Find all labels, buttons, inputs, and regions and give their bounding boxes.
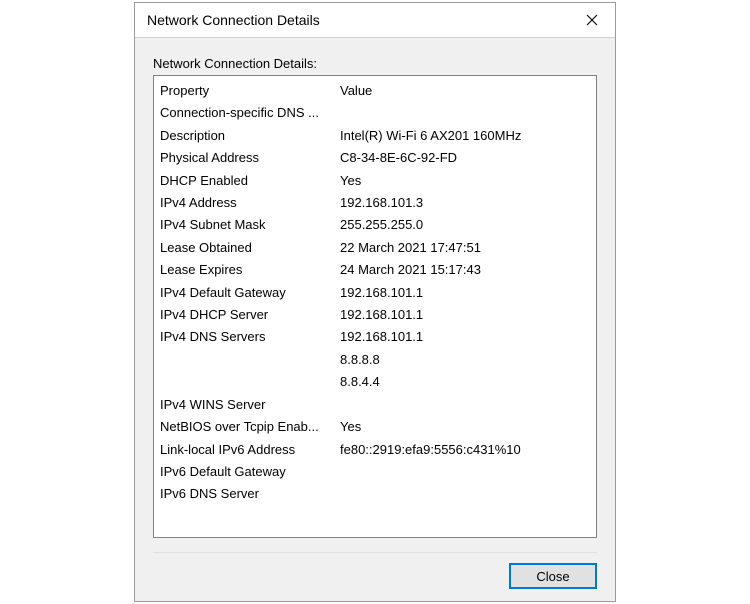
property-cell[interactable]: IPv4 Subnet Mask — [160, 214, 336, 236]
dialog-client-area: Network Connection Details: Property Val… — [135, 38, 615, 601]
network-connection-details-dialog: Network Connection Details Network Conne… — [134, 2, 616, 602]
value-cell[interactable]: fe80::2919:efa9:5556:c431%10 — [340, 439, 590, 461]
titlebar: Network Connection Details — [135, 3, 615, 38]
property-cell[interactable]: IPv4 Default Gateway — [160, 282, 336, 304]
value-cell[interactable]: Intel(R) Wi-Fi 6 AX201 160MHz — [340, 125, 590, 147]
property-cell[interactable]: IPv6 DNS Server — [160, 483, 336, 505]
value-cell[interactable]: Yes — [340, 170, 590, 192]
value-cell[interactable] — [340, 394, 590, 416]
value-cell[interactable]: 8.8.4.4 — [340, 371, 590, 393]
property-cell[interactable]: Connection-specific DNS ... — [160, 102, 336, 124]
property-cell[interactable]: Link-local IPv6 Address — [160, 439, 336, 461]
value-cell[interactable]: 192.168.101.1 — [340, 282, 590, 304]
column-header-property[interactable]: Property — [160, 80, 336, 102]
property-cell[interactable]: Lease Obtained — [160, 237, 336, 259]
value-cell[interactable]: 192.168.101.1 — [340, 304, 590, 326]
value-cell[interactable]: 24 March 2021 15:17:43 — [340, 259, 590, 281]
property-cell[interactable] — [160, 349, 336, 371]
details-listview[interactable]: Property Value Connection-specific DNS .… — [153, 75, 597, 538]
value-cell[interactable]: Yes — [340, 416, 590, 438]
window-close-button[interactable] — [569, 3, 615, 37]
value-cell[interactable] — [340, 461, 590, 483]
window-title: Network Connection Details — [147, 12, 320, 28]
value-cell[interactable]: C8-34-8E-6C-92-FD — [340, 147, 590, 169]
property-cell[interactable] — [160, 371, 336, 393]
property-cell[interactable]: DHCP Enabled — [160, 170, 336, 192]
property-cell[interactable]: IPv4 Address — [160, 192, 336, 214]
property-cell[interactable]: Description — [160, 125, 336, 147]
close-button[interactable]: Close — [509, 563, 597, 589]
value-cell[interactable] — [340, 102, 590, 124]
property-cell[interactable]: IPv6 Default Gateway — [160, 461, 336, 483]
column-header-value[interactable]: Value — [340, 80, 590, 102]
property-cell[interactable]: IPv4 WINS Server — [160, 394, 336, 416]
value-cell[interactable]: 255.255.255.0 — [340, 214, 590, 236]
value-cell[interactable] — [340, 483, 590, 505]
property-cell[interactable]: IPv4 DNS Servers — [160, 326, 336, 348]
close-icon — [586, 14, 598, 26]
property-cell[interactable]: Physical Address — [160, 147, 336, 169]
value-cell[interactable]: 8.8.8.8 — [340, 349, 590, 371]
button-row: Close — [153, 553, 597, 589]
value-cell[interactable]: 22 March 2021 17:47:51 — [340, 237, 590, 259]
details-label: Network Connection Details: — [153, 56, 597, 71]
property-cell[interactable]: NetBIOS over Tcpip Enab... — [160, 416, 336, 438]
value-cell[interactable]: 192.168.101.1 — [340, 326, 590, 348]
value-cell[interactable]: 192.168.101.3 — [340, 192, 590, 214]
property-cell[interactable]: IPv4 DHCP Server — [160, 304, 336, 326]
property-cell[interactable]: Lease Expires — [160, 259, 336, 281]
